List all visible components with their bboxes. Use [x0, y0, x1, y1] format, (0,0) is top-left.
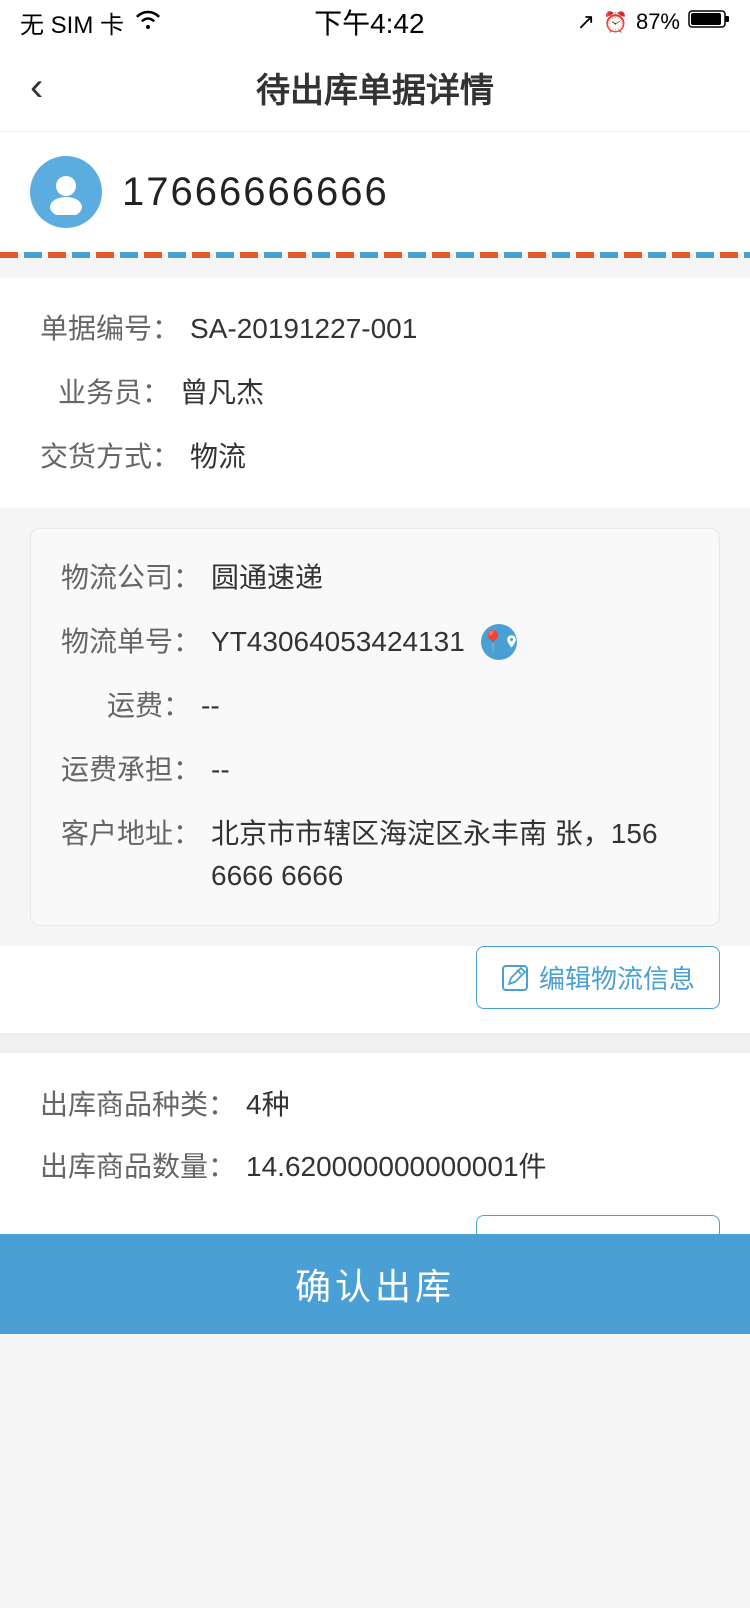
goods-types-row: 出库商品种类： 4种 [40, 1083, 710, 1123]
confirm-button[interactable]: 确认出库 [0, 1234, 750, 1334]
edit-icon [501, 964, 529, 992]
user-phone: 17666666666 [122, 170, 389, 215]
page-title: 待出库单据详情 [256, 63, 494, 112]
tracking-value: YT43064053424131 [211, 621, 689, 663]
address-row: 客户地址： 北京市市辖区海淀区永丰南 张，156 6666 6666 [61, 813, 689, 897]
edit-logistics-label: 编辑物流信息 [539, 959, 695, 996]
bottom-spacer [0, 1308, 750, 1508]
time-text: 下午4:42 [314, 2, 425, 42]
map-pin-icon[interactable] [481, 624, 517, 660]
nav-bar: ‹ 待出库单据详情 [0, 44, 750, 132]
address-value: 北京市市辖区海淀区永丰南 张，156 6666 6666 [211, 813, 689, 897]
section-divider-1 [0, 1033, 750, 1053]
tracking-row: 物流单号： YT43064053424131 [61, 621, 689, 663]
freight-bearer-label: 运费承担： [61, 749, 201, 791]
status-right: ↗ ⏰ 87% [577, 8, 730, 36]
freight-bearer-value: -- [211, 749, 689, 791]
delivery-label: 交货方式： [40, 436, 180, 478]
battery-text: 87% [636, 9, 680, 35]
tracking-number: YT43064053424131 [211, 621, 465, 663]
doc-number-row: 单据编号： SA-20191227-001 [40, 308, 710, 350]
goods-quantity-value: 14.620000000000001件 [246, 1145, 547, 1185]
goods-types-label: 出库商品种类： [40, 1083, 236, 1123]
location-icon: ↗ [577, 9, 595, 35]
status-left: 无 SIM 卡 [20, 5, 162, 40]
delivery-row: 交货方式： 物流 [40, 436, 710, 478]
freight-label: 运费： [61, 685, 191, 727]
logistics-card: 物流公司： 圆通速递 物流单号： YT43064053424131 运费： --… [30, 528, 720, 926]
delivery-value: 物流 [190, 436, 710, 478]
agent-row: 业务员： 曾凡杰 [40, 372, 710, 414]
wifi-icon [134, 8, 162, 36]
status-bar: 无 SIM 卡 下午4:42 ↗ ⏰ 87% [0, 0, 750, 44]
document-info-section: 单据编号： SA-20191227-001 业务员： 曾凡杰 交货方式： 物流 [0, 278, 750, 508]
freight-value: -- [201, 685, 689, 727]
alarm-icon: ⏰ [603, 10, 628, 35]
address-label: 客户地址： [61, 813, 201, 855]
dashed-divider [0, 252, 750, 258]
agent-label: 业务员： [40, 372, 170, 414]
logistics-company-row: 物流公司： 圆通速递 [61, 557, 689, 599]
goods-section: 出库商品种类： 4种 出库商品数量： 14.620000000000001件 [0, 1053, 750, 1215]
edit-logistics-button[interactable]: 编辑物流信息 [476, 946, 720, 1009]
goods-quantity-label: 出库商品数量： [40, 1145, 236, 1185]
avatar [30, 156, 102, 228]
confirm-button-label: 确认出库 [295, 1258, 455, 1310]
doc-number-value: SA-20191227-001 [190, 308, 710, 350]
agent-value: 曾凡杰 [180, 372, 710, 414]
goods-quantity-row: 出库商品数量： 14.620000000000001件 [40, 1145, 710, 1185]
edit-btn-row: 编辑物流信息 [0, 946, 750, 1033]
goods-types-value: 4种 [246, 1083, 290, 1123]
carrier-text: 无 SIM 卡 [20, 5, 124, 40]
logistics-company-label: 物流公司： [61, 557, 201, 599]
freight-row: 运费： -- [61, 685, 689, 727]
doc-number-label: 单据编号： [40, 308, 180, 350]
logistics-company-value: 圆通速递 [211, 557, 689, 599]
back-button[interactable]: ‹ [20, 55, 53, 120]
tracking-label: 物流单号： [61, 621, 201, 663]
freight-bearer-row: 运费承担： -- [61, 749, 689, 791]
user-section: 17666666666 [0, 132, 750, 252]
battery-icon [688, 8, 730, 36]
